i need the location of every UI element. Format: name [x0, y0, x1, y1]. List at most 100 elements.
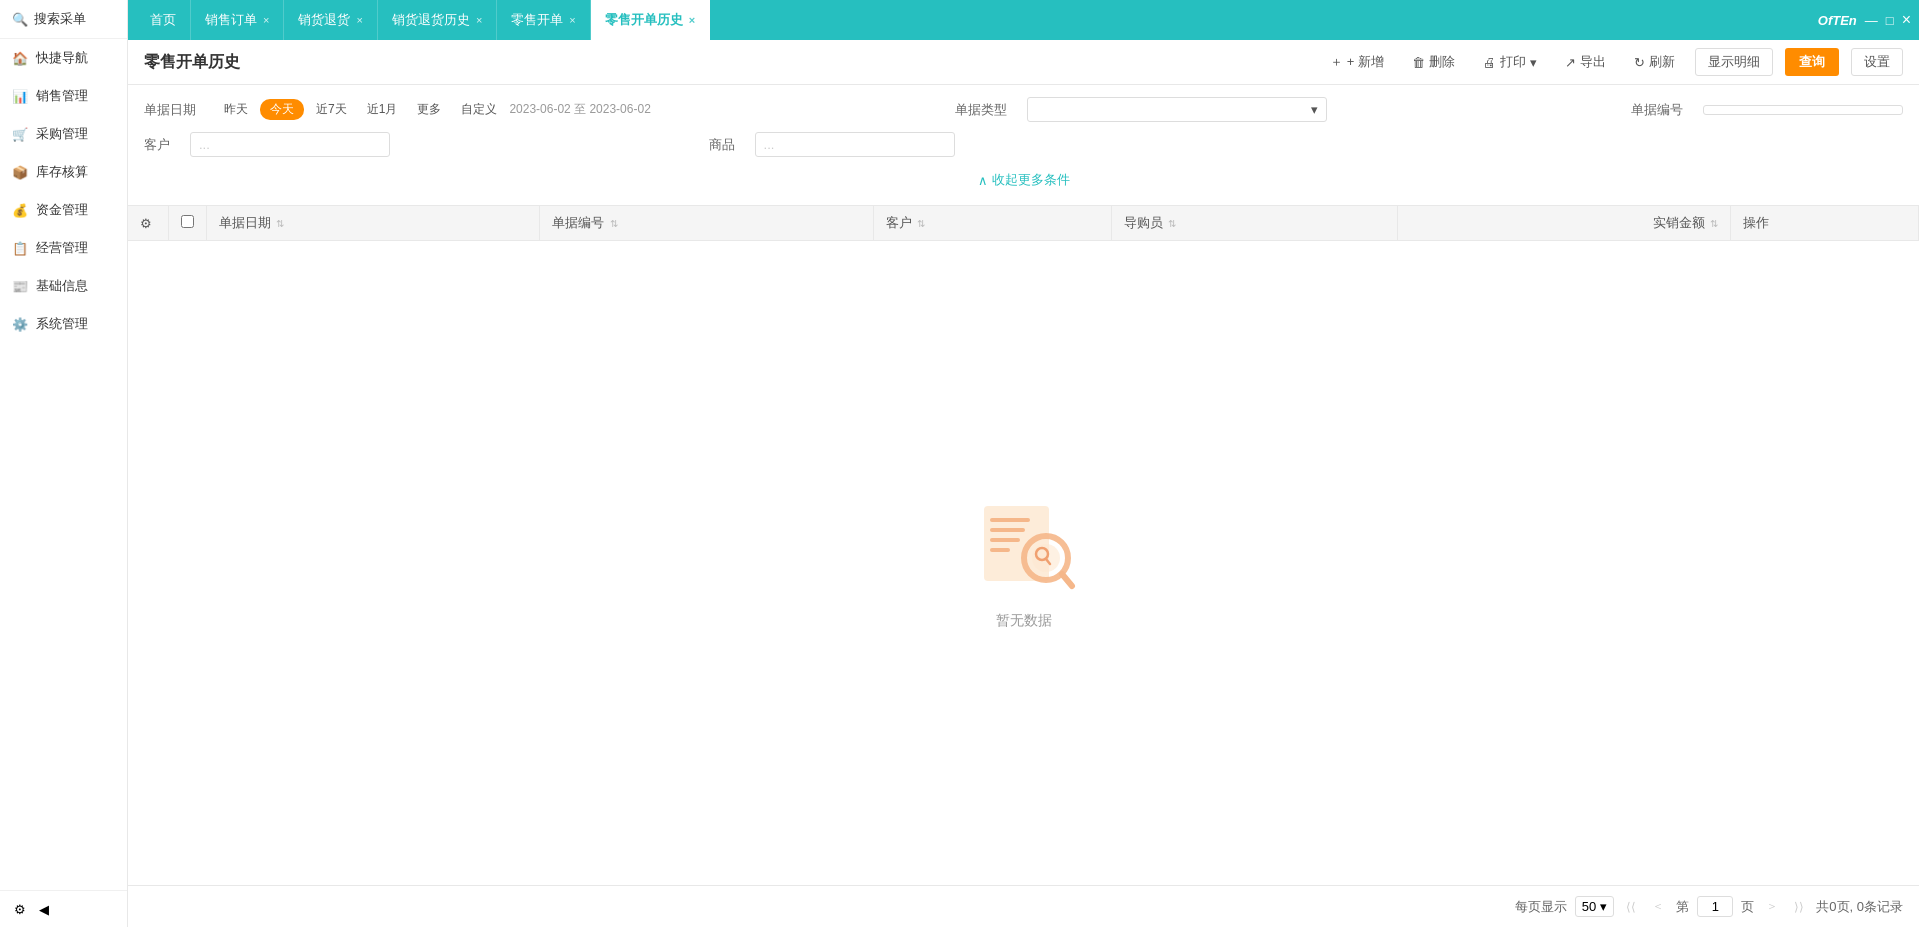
sidebar-item-label: 系统管理	[36, 315, 88, 333]
prev-page-btn[interactable]: ＜	[1648, 896, 1668, 917]
delete-label: 删除	[1429, 53, 1455, 71]
col-amount[interactable]: 实销金额 ⇅	[1397, 206, 1731, 241]
col-guide[interactable]: 导购员 ⇅	[1111, 206, 1397, 241]
sidebar-item-sales-mgmt[interactable]: 📊 销售管理	[0, 77, 127, 115]
date-btn-1month[interactable]: 近1月	[359, 99, 406, 120]
tab-sales-return-label: 销货退货	[298, 11, 350, 29]
plus-icon: ＋	[1330, 53, 1343, 71]
date-btn-7days[interactable]: 近7天	[308, 99, 355, 120]
tab-sales-return-history-close[interactable]: ×	[476, 14, 482, 26]
sort-icon-date: ⇅	[276, 218, 284, 229]
page-word: 第	[1676, 898, 1689, 916]
empty-illustration	[964, 496, 1084, 596]
date-btn-yesterday[interactable]: 昨天	[216, 99, 256, 120]
last-page-btn[interactable]: ⟩⟩	[1790, 898, 1808, 916]
window-minimize[interactable]: —	[1865, 13, 1878, 28]
sidebar-item-basic-info[interactable]: 📰 基础信息	[0, 267, 127, 305]
col-checkbox	[168, 206, 206, 241]
collapse-sidebar-icon[interactable]: ◀	[36, 901, 52, 917]
window-maximize[interactable]: □	[1886, 13, 1894, 28]
customer-input[interactable]: ...	[190, 132, 390, 157]
svg-rect-1	[990, 518, 1030, 522]
sidebar-item-inventory[interactable]: 📦 库存核算	[0, 153, 127, 191]
refresh-button[interactable]: ↻ 刷新	[1626, 49, 1683, 75]
tab-retail-open-history-label: 零售开单历史	[605, 11, 683, 29]
query-label: 查询	[1799, 53, 1825, 71]
sidebar-item-quick-nav[interactable]: 🏠 快捷导航	[0, 39, 127, 77]
date-btn-custom[interactable]: 自定义	[453, 99, 505, 120]
refresh-icon: ↻	[1634, 55, 1645, 70]
sidebar-item-finance[interactable]: 💰 资金管理	[0, 191, 127, 229]
tab-home-label: 首页	[150, 11, 176, 29]
date-btn-more[interactable]: 更多	[409, 99, 449, 120]
col-action-label: 操作	[1743, 215, 1769, 230]
per-page-label: 每页显示	[1515, 898, 1567, 916]
per-page-arrow: ▾	[1600, 899, 1607, 914]
sidebar-bottom: ⚙ ◀	[0, 890, 127, 927]
box-icon: 📦	[12, 164, 28, 180]
sidebar-item-sys-mgmt[interactable]: ⚙️ 系统管理	[0, 305, 127, 343]
export-button[interactable]: ↗ 导出	[1557, 49, 1614, 75]
svg-rect-4	[990, 548, 1010, 552]
ops-icon: 📋	[12, 240, 28, 256]
select-all-checkbox[interactable]	[181, 215, 194, 228]
col-customer[interactable]: 客户 ⇅	[873, 206, 1111, 241]
col-amount-label: 实销金额	[1653, 215, 1705, 230]
col-date[interactable]: 单据日期 ⇅	[206, 206, 540, 241]
col-settings: ⚙	[128, 206, 168, 241]
trash-icon: 🗑	[1412, 55, 1425, 70]
col-settings-icon[interactable]: ⚙	[140, 216, 152, 231]
print-button[interactable]: 🖨 打印 ▾	[1475, 49, 1545, 75]
settings-button[interactable]: 设置	[1851, 48, 1903, 76]
tab-sales-return[interactable]: 销货退货 ×	[284, 0, 377, 40]
filter-area: 单据日期 昨天 今天 近7天 近1月 更多 自定义 2023-06-02 至 2…	[128, 85, 1919, 206]
total-info: 共0页, 0条记录	[1816, 898, 1903, 916]
col-guide-label: 导购员	[1124, 215, 1163, 230]
next-page-btn[interactable]: ＞	[1762, 896, 1782, 917]
type-select[interactable]: ▾	[1027, 97, 1327, 122]
refresh-label: 刷新	[1649, 53, 1675, 71]
content-header: 零售开单历史 ＋ + 新增 🗑 删除 🖨 打印 ▾ ↗ 导出 ↻ 刷新	[128, 40, 1919, 85]
date-range-display: 2023-06-02 至 2023-06-02	[509, 101, 650, 118]
col-order-no[interactable]: 单据编号 ⇅	[540, 206, 874, 241]
delete-button[interactable]: 🗑 删除	[1404, 49, 1463, 75]
tab-retail-open-history-close[interactable]: ×	[689, 14, 695, 26]
tab-retail-open-history[interactable]: 零售开单历史 ×	[591, 0, 710, 40]
svg-rect-2	[990, 528, 1025, 532]
tab-retail-open-close[interactable]: ×	[569, 14, 575, 26]
settings-gear-icon[interactable]: ⚙	[12, 901, 28, 917]
window-close[interactable]: ×	[1902, 11, 1911, 29]
tab-sales-order[interactable]: 销售订单 ×	[191, 0, 284, 40]
home-icon: 🏠	[12, 50, 28, 66]
sidebar-search-label: 搜索采单	[34, 10, 86, 28]
collapse-bar[interactable]: ∧ 收起更多条件	[144, 167, 1903, 193]
customer-label: 客户	[144, 136, 170, 154]
order-no-input[interactable]	[1703, 105, 1903, 115]
query-button[interactable]: 查询	[1785, 48, 1839, 76]
tab-home[interactable]: 首页	[136, 0, 191, 40]
display-detail-button[interactable]: 显示明细	[1695, 48, 1773, 76]
sidebar-item-label: 库存核算	[36, 163, 88, 181]
type-select-arrow: ▾	[1311, 102, 1318, 117]
tab-sales-return-close[interactable]: ×	[356, 14, 362, 26]
page-number-input[interactable]	[1697, 896, 1733, 917]
svg-line-7	[1062, 574, 1072, 586]
filter-row-1: 单据日期 昨天 今天 近7天 近1月 更多 自定义 2023-06-02 至 2…	[144, 97, 1903, 122]
date-btn-today[interactable]: 今天	[260, 99, 304, 120]
sidebar-item-purchase-mgmt[interactable]: 🛒 采购管理	[0, 115, 127, 153]
tab-sales-order-close[interactable]: ×	[263, 14, 269, 26]
sidebar-search[interactable]: 🔍 搜索采单	[0, 0, 127, 39]
sidebar-item-operations[interactable]: 📋 经营管理	[0, 229, 127, 267]
tab-retail-open[interactable]: 零售开单 ×	[497, 0, 590, 40]
tab-sales-return-history[interactable]: 销货退货历史 ×	[378, 0, 497, 40]
sidebar: 🔍 搜索采单 🏠 快捷导航 📊 销售管理 🛒 采购管理 📦 库存核算 💰 资金管…	[0, 0, 128, 927]
customer-placeholder: ...	[199, 137, 210, 152]
export-label: 导出	[1580, 53, 1606, 71]
per-page-select[interactable]: 50 ▾	[1575, 896, 1614, 917]
export-icon: ↗	[1565, 55, 1576, 70]
product-input[interactable]: ...	[755, 132, 955, 157]
toolbar: ＋ + 新增 🗑 删除 🖨 打印 ▾ ↗ 导出 ↻ 刷新 显示明细	[1322, 48, 1903, 76]
chart-icon: 📊	[12, 88, 28, 104]
first-page-btn[interactable]: ⟨⟨	[1622, 898, 1640, 916]
add-button[interactable]: ＋ + 新增	[1322, 49, 1392, 75]
